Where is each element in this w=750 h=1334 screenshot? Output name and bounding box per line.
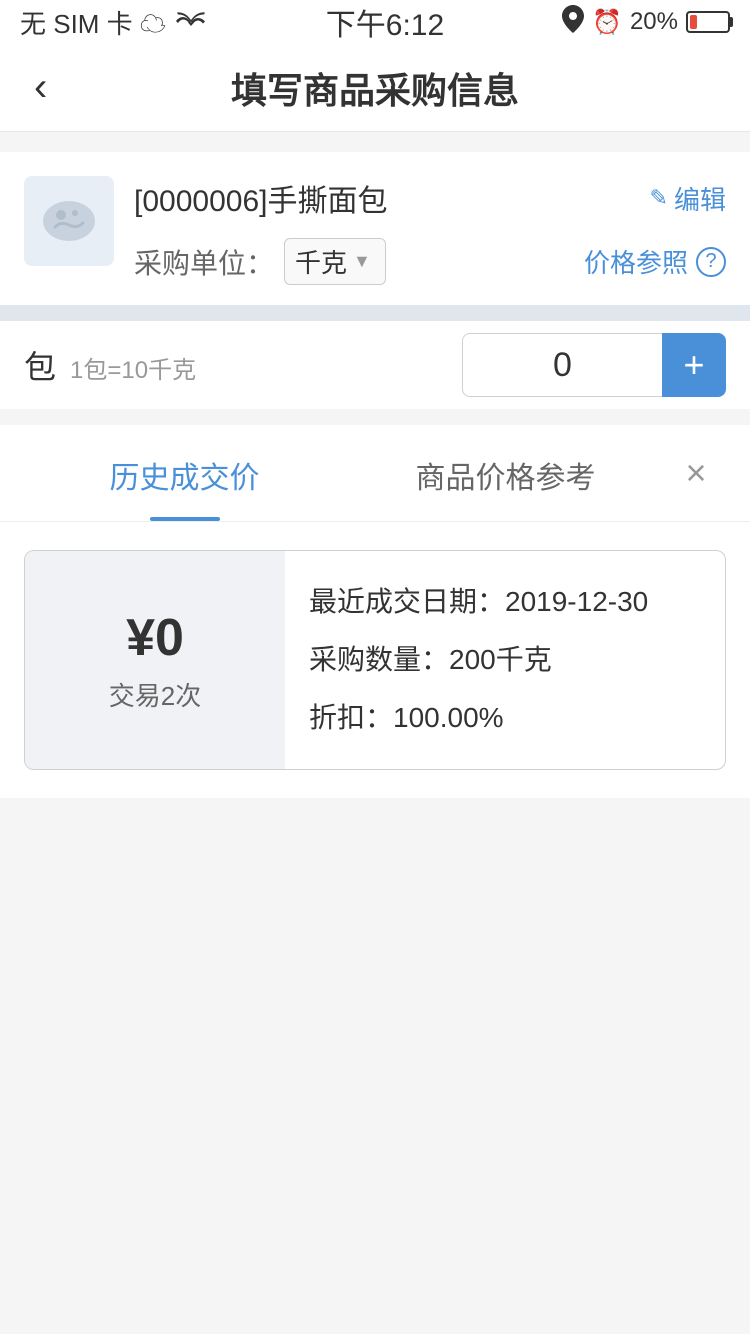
edit-label: 编辑 <box>674 180 726 217</box>
price-ref-info-icon: ? <box>696 247 726 277</box>
product-info: [0000006]手撕面包 ✎ 编辑 采购单位： 千克 ▼ 价格参照 ? <box>134 176 726 285</box>
wifi-icon <box>174 7 208 38</box>
quantity-sub-label: 1包=10千克 <box>70 350 196 385</box>
status-right: ⏰ 20% <box>562 5 730 40</box>
history-card: ¥0 交易2次 最近成交日期：2019-12-30 采购数量：200千克 折扣：… <box>24 550 726 770</box>
quantity-unit: 包 <box>24 342 56 388</box>
unit-select[interactable]: 千克 ▼ <box>284 238 386 285</box>
date-value: 2019-12-30 <box>505 586 648 617</box>
unit-label: 采购单位： <box>134 242 274 282</box>
history-qty-row: 采购数量：200千克 <box>309 639 701 681</box>
product-thumbnail <box>24 176 114 266</box>
status-bar: 无 SIM 卡 ☁ 下午6:12 ⏰ 20% <box>0 0 750 44</box>
status-time: 下午6:12 <box>326 0 444 44</box>
history-price-left: ¥0 交易2次 <box>25 551 285 769</box>
tab-content: ¥0 交易2次 最近成交日期：2019-12-30 采购数量：200千克 折扣：… <box>0 522 750 798</box>
tab-product-price-ref[interactable]: 商品价格参考 <box>345 425 666 521</box>
history-trades: 交易2次 <box>109 676 201 713</box>
tab1-label: 历史成交价 <box>110 462 260 495</box>
alarm-icon: ⏰ <box>592 8 622 37</box>
product-name: [0000006]手撕面包 <box>134 176 387 220</box>
tab-close-button[interactable]: × <box>666 443 726 503</box>
tab2-label: 商品价格参考 <box>416 462 596 495</box>
section-divider <box>0 305 750 321</box>
price-ref-button[interactable]: 价格参照 ? <box>584 243 726 280</box>
unit-arrow-icon: ▼ <box>353 251 371 272</box>
quantity-input-wrap: 0 + <box>462 333 726 397</box>
quantity-plus-button[interactable]: + <box>662 333 726 397</box>
history-date-row: 最近成交日期：2019-12-30 <box>309 581 701 623</box>
date-label: 最近成交日期： <box>309 586 505 617</box>
quantity-input[interactable]: 0 <box>462 333 662 397</box>
history-details-right: 最近成交日期：2019-12-30 采购数量：200千克 折扣：100.00% <box>285 551 725 769</box>
quantity-label: 包 1包=10千克 <box>24 342 196 388</box>
tab-section: 历史成交价 商品价格参考 × ¥0 交易2次 最近成交日期：2019-12-30… <box>0 425 750 798</box>
edit-button[interactable]: ✎ 编辑 <box>650 180 726 217</box>
unit-value: 千克 <box>295 243 347 280</box>
product-unit-row: 采购单位： 千克 ▼ 价格参照 ? <box>134 238 726 285</box>
back-button[interactable]: ‹ <box>24 55 57 120</box>
discount-label: 折扣： <box>309 702 393 733</box>
product-header: [0000006]手撕面包 ✎ 编辑 采购单位： 千克 ▼ 价格参照 ? <box>24 176 726 285</box>
discount-value: 100.00% <box>393 702 504 733</box>
battery-icon <box>686 11 730 33</box>
history-discount-row: 折扣：100.00% <box>309 697 701 739</box>
price-ref-label: 价格参照 <box>584 243 688 280</box>
sim-label: 无 SIM 卡 ☁ <box>20 4 166 41</box>
tab-history-price[interactable]: 历史成交价 <box>24 425 345 521</box>
currency-symbol: ¥ <box>126 609 155 667</box>
tab-header: 历史成交价 商品价格参考 × <box>0 425 750 522</box>
edit-icon: ✎ <box>650 185 668 211</box>
qty-value: 200千克 <box>449 644 552 675</box>
qty-label: 采购数量： <box>309 644 449 675</box>
quantity-row: 包 1包=10千克 0 + <box>0 321 750 409</box>
page-title: 填写商品采购信息 <box>231 62 519 114</box>
location-icon <box>562 5 584 40</box>
product-card: [0000006]手撕面包 ✎ 编辑 采购单位： 千克 ▼ 价格参照 ? <box>0 152 750 305</box>
product-top-row: [0000006]手撕面包 ✎ 编辑 <box>134 176 726 220</box>
price-value: 0 <box>155 609 184 667</box>
status-left: 无 SIM 卡 ☁ <box>20 4 208 41</box>
nav-bar: ‹ 填写商品采购信息 <box>0 44 750 132</box>
history-price-display: ¥0 <box>126 608 184 668</box>
battery-pct: 20% <box>630 8 678 36</box>
